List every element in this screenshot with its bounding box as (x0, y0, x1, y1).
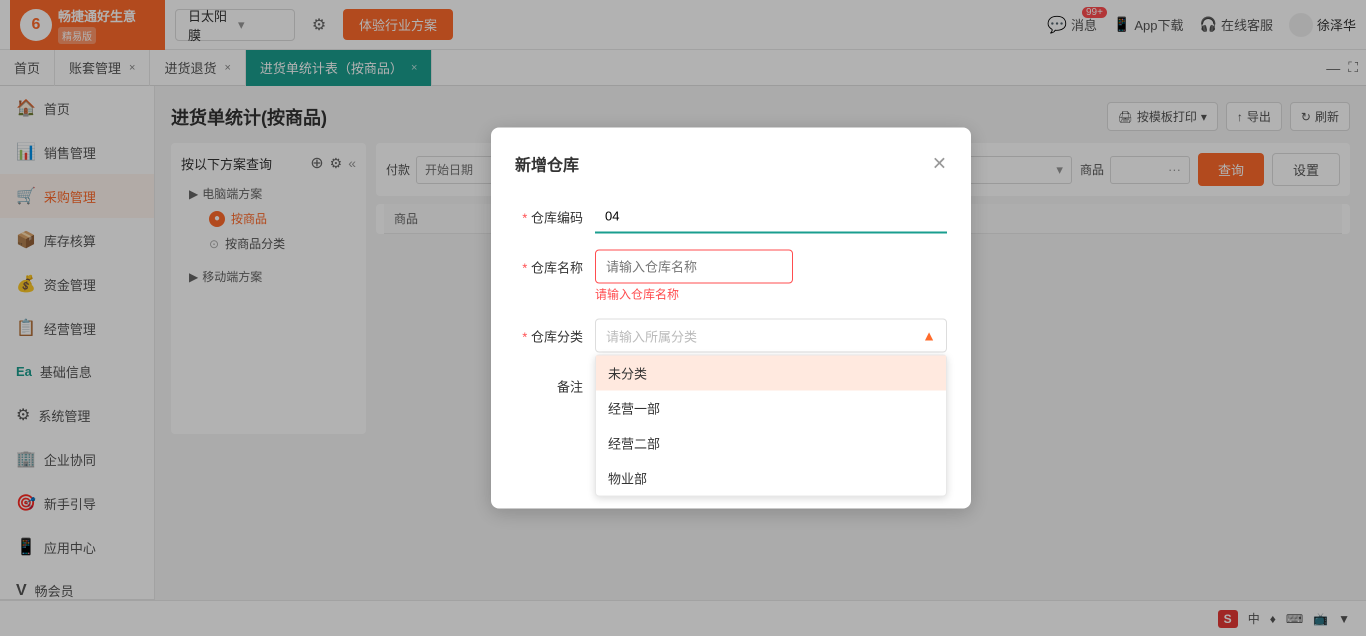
warehouse-code-input[interactable] (595, 200, 947, 234)
dropdown-up-arrow-icon: ▲ (922, 328, 936, 344)
warehouse-category-dropdown[interactable]: 请输入所属分类 ▲ (595, 319, 947, 353)
warehouse-category-label: * 仓库分类 (515, 319, 595, 346)
category-dropdown-menu: 未分类 经营一部 经营二部 物业部 (595, 355, 947, 497)
modal-close-button[interactable]: ✕ (932, 153, 947, 174)
dropdown-item-ops2[interactable]: 经营二部 (596, 426, 946, 461)
warehouse-category-wrapper: 请输入所属分类 ▲ 未分类 经营一部 经营二部 物业部 (595, 319, 947, 353)
dropdown-item-ops1[interactable]: 经营一部 (596, 391, 946, 426)
add-warehouse-modal: 新增仓库 ✕ * 仓库编码 * 仓库名称 请输入仓库名称 * 仓库分类 请输入所… (491, 128, 971, 509)
warehouse-category-row: * 仓库分类 请输入所属分类 ▲ 未分类 经营一部 经营二部 物业部 (515, 319, 947, 353)
modal-header: 新增仓库 ✕ (515, 152, 947, 176)
warehouse-name-wrapper: 请输入仓库名称 (595, 250, 947, 303)
warehouse-name-input[interactable] (595, 250, 793, 284)
dropdown-item-property[interactable]: 物业部 (596, 461, 946, 496)
warehouse-note-label: 备注 (515, 369, 595, 396)
warehouse-name-label: * 仓库名称 (515, 250, 595, 277)
warehouse-name-error: 请输入仓库名称 (595, 286, 947, 303)
dropdown-item-uncategorized[interactable]: 未分类 (596, 356, 946, 391)
warehouse-name-row: * 仓库名称 请输入仓库名称 (515, 250, 947, 303)
warehouse-code-label: * 仓库编码 (515, 200, 595, 227)
warehouse-code-row: * 仓库编码 (515, 200, 947, 234)
modal-title: 新增仓库 (515, 152, 579, 176)
